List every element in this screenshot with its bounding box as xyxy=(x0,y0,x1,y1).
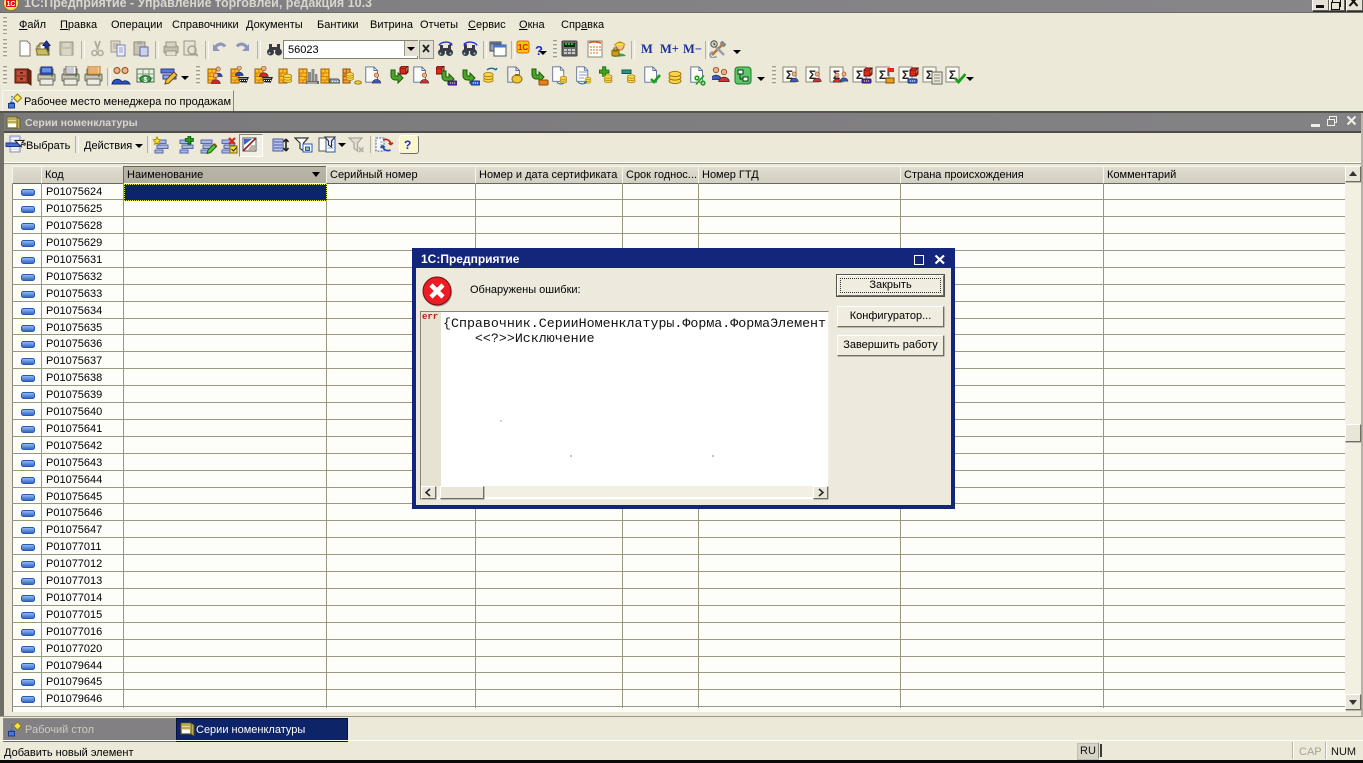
svg-text:Σ: Σ xyxy=(879,68,886,82)
svg-text:1С: 1С xyxy=(7,1,16,8)
svg-text:1С: 1С xyxy=(518,43,528,52)
svg-text:$: $ xyxy=(144,77,148,84)
